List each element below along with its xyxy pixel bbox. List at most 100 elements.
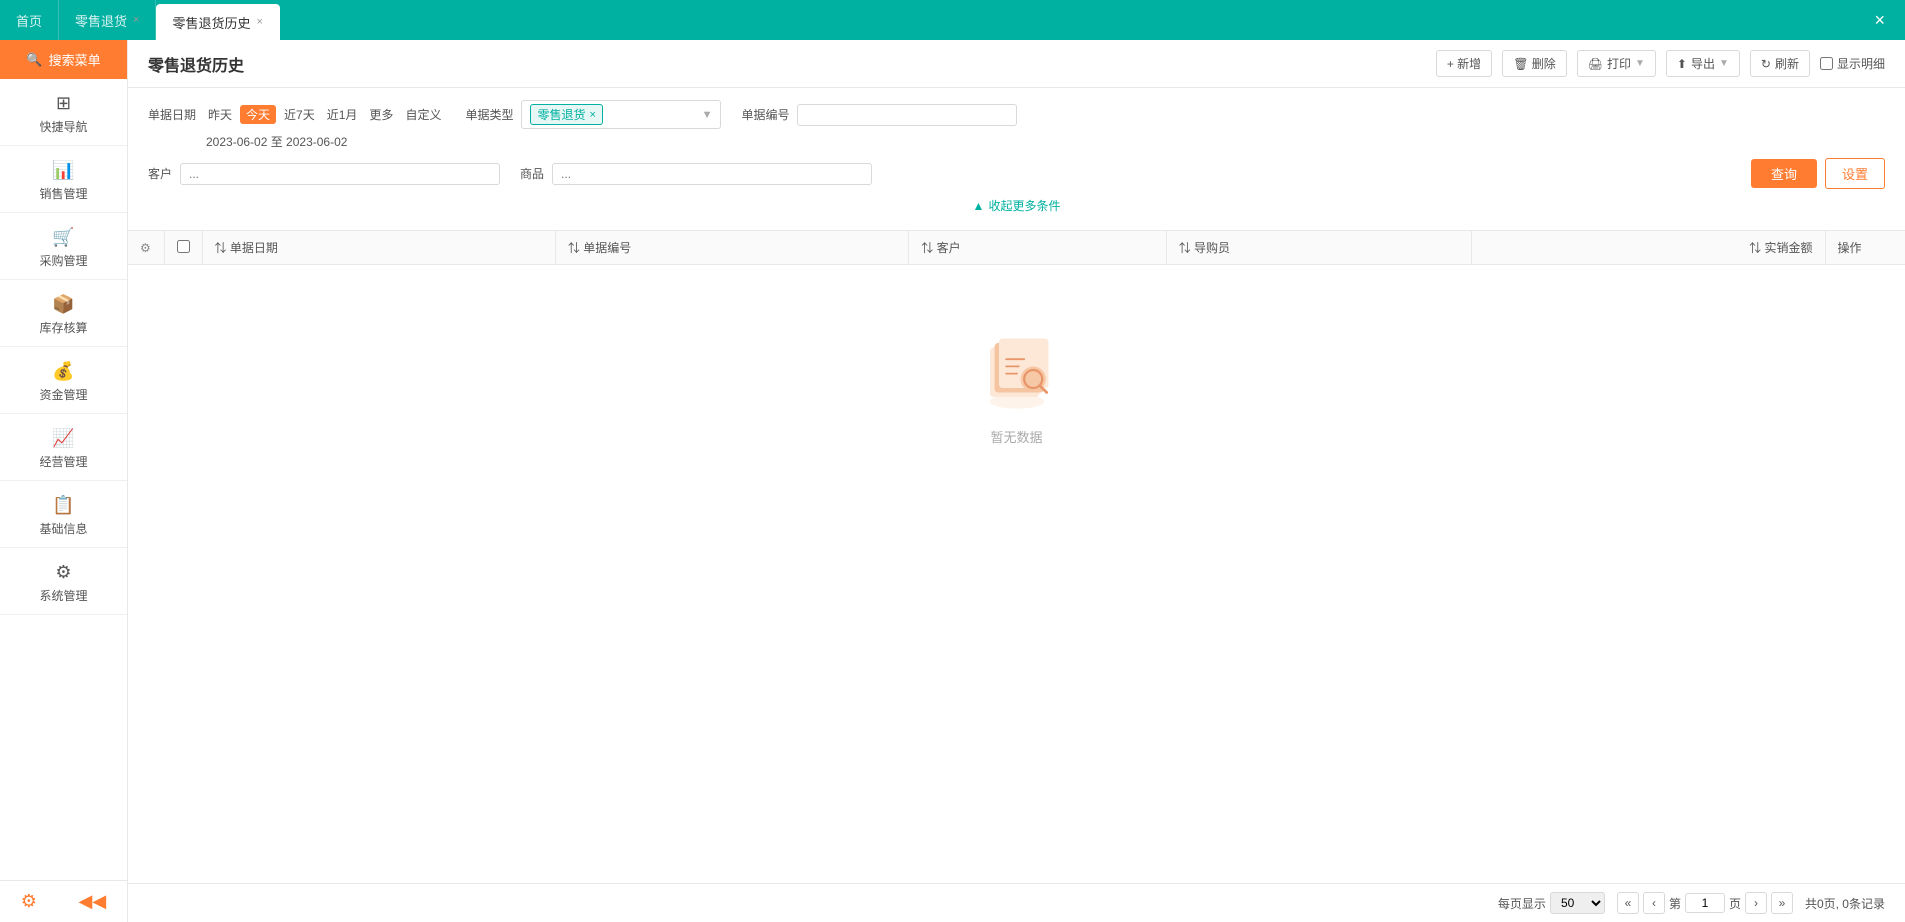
table-footer: 每页显示 50 20 100 « ‹ 第 页 › » 共0页, 0条记录 (128, 883, 1905, 922)
column-settings-icon[interactable]: ⚙ (140, 241, 151, 255)
header-actions: + 新增 🗑 删除 🖨 🖨 打印 打印 ▼ ⬆ 导出 ▼ ↻ 刷新 显示明细 (1436, 50, 1885, 77)
sidebar-item-label: 库存核算 (39, 319, 87, 336)
pagination: « ‹ 第 页 › » (1617, 892, 1793, 914)
show-detail-checkbox[interactable] (1820, 57, 1833, 70)
select-all-checkbox[interactable] (177, 240, 190, 253)
th-guide[interactable]: ⇅ 导购员 (1166, 231, 1471, 265)
search-icon: 🔍 (26, 52, 42, 68)
tab-零售退货历史[interactable]: 零售退货历史× (156, 4, 279, 40)
page-title: 零售退货历史 (148, 52, 244, 76)
th-number[interactable]: ⇅ 单据编号 (555, 231, 908, 265)
collapse-icon: ▲ (973, 199, 985, 213)
sidebar: 🔍 搜索菜单 ⊞快捷导航📊销售管理🛒采购管理 📦 库存核算 💰 资金管理 📈 经营管理 📋基础… (0, 40, 128, 922)
sidebar-item-系统管理[interactable]: ⚙系统管理 (0, 548, 127, 615)
empty-icon (972, 325, 1062, 415)
filter-area: 单据日期 昨天 今天 近7天 近1月 更多 自定义 单据类型 (128, 88, 1905, 231)
tab-close-icon[interactable]: × (256, 16, 262, 28)
export-button[interactable]: ⬆ 导出 ▼ (1666, 50, 1740, 77)
date-label: 单据日期 (148, 106, 196, 123)
type-tag-remove[interactable]: × (589, 109, 595, 121)
next-page-button[interactable]: › (1745, 892, 1767, 914)
filter-row-2: 客户 商品 查询 设置 (148, 158, 1885, 189)
tab-首页[interactable]: 首页 (0, 0, 59, 40)
customer-input[interactable] (180, 163, 500, 185)
data-table: ⚙ ⇅ 单据日期 ⇅ 单据编号 ⇅ 客户 (128, 231, 1905, 265)
sidebar-icon: 💰 (52, 361, 74, 382)
page-size-select[interactable]: 50 20 100 (1550, 892, 1605, 914)
filter-row-1: 单据日期 昨天 今天 近7天 近1月 更多 自定义 单据类型 (148, 100, 1885, 129)
volume-icon[interactable]: ◀◀ (79, 891, 107, 912)
delete-button[interactable]: 🗑 删除 (1502, 50, 1567, 77)
main-layout: 🔍 搜索菜单 ⊞快捷导航📊销售管理🛒采购管理 📦 库存核算 💰 资金管理 📈 经营管理 📋基础… (0, 40, 1905, 922)
print-button[interactable]: 🖨 🖨 打印 打印 ▼ (1577, 50, 1656, 77)
sidebar-icon: 📦 (52, 294, 74, 315)
sidebar-search-label: 搜索菜单 (49, 50, 101, 69)
customer-filter: 客户 (148, 163, 500, 185)
table-container: ⚙ ⇅ 单据日期 ⇅ 单据编号 ⇅ 客户 (128, 231, 1905, 883)
content-area: 零售退货历史 + 新增 🗑 删除 🖨 🖨 打印 打印 ▼ ⬆ 导出 ▼ ↻ 刷新 (128, 40, 1905, 922)
date-filter: 单据日期 昨天 今天 近7天 近1月 更多 自定义 (148, 105, 445, 124)
date-btn-today[interactable]: 今天 (240, 105, 276, 124)
sidebar-item-label: 经营管理 (39, 453, 87, 470)
new-button[interactable]: + 新增 (1436, 50, 1492, 77)
first-page-button[interactable]: « (1617, 892, 1639, 914)
show-detail-checkbox-label[interactable]: 显示明细 (1820, 55, 1885, 72)
type-label: 单据类型 (465, 106, 513, 123)
number-label: 单据编号 (741, 106, 789, 123)
table-header-row: ⚙ ⇅ 单据日期 ⇅ 单据编号 ⇅ 客户 (128, 231, 1905, 265)
sidebar-item-经营管理[interactable]: 📈 经营管理 (0, 414, 127, 481)
sidebar-item-销售管理[interactable]: 📊销售管理 (0, 146, 127, 213)
goods-label: 商品 (520, 165, 544, 182)
refresh-button[interactable]: ↻ 刷新 (1750, 50, 1810, 77)
window-close-button[interactable]: × (1866, 6, 1893, 35)
last-page-button[interactable]: » (1771, 892, 1793, 914)
goods-filter: 商品 (520, 163, 872, 185)
top-bar: 首页零售退货×零售退货历史× × (0, 0, 1905, 40)
tab-close-icon[interactable]: × (133, 14, 139, 26)
sidebar-icon: 📋 (52, 495, 74, 516)
type-select-arrow: ▼ (702, 109, 713, 121)
sidebar-search[interactable]: 🔍 搜索菜单 (0, 40, 127, 79)
sidebar-item-采购管理[interactable]: 🛒采购管理 (0, 213, 127, 280)
settings-button[interactable]: 设置 (1825, 158, 1885, 189)
top-bar-right: × (1866, 6, 1905, 35)
date-btn-7days[interactable]: 近7天 (280, 105, 319, 124)
tab-list: 首页零售退货×零售退货历史× (0, 0, 1866, 40)
sidebar-icon: 📈 (52, 428, 74, 449)
empty-text: 暂无数据 (990, 427, 1042, 446)
prev-page-button[interactable]: ‹ (1643, 892, 1665, 914)
total-info: 共0页, 0条记录 (1805, 895, 1885, 912)
type-filter: 单据类型 零售退货 × ▼ (465, 100, 721, 129)
th-customer[interactable]: ⇅ 客户 (909, 231, 1166, 265)
th-checkbox (164, 231, 202, 265)
date-range-display: 2023-06-02 至 2023-06-02 (206, 135, 347, 149)
settings-bottom-icon[interactable]: ⚙ (21, 891, 37, 912)
date-btn-more[interactable]: 更多 (365, 105, 397, 124)
page-number-input[interactable] (1685, 893, 1725, 913)
filter-actions: 查询 设置 (1751, 158, 1885, 189)
query-button[interactable]: 查询 (1751, 159, 1817, 188)
sidebar-item-label: 采购管理 (39, 252, 87, 269)
tab-零售退货[interactable]: 零售退货× (59, 0, 156, 40)
sidebar-item-label: 系统管理 (39, 587, 87, 604)
sidebar-item-资金管理[interactable]: 💰 资金管理 (0, 347, 127, 414)
date-btn-custom[interactable]: 自定义 (401, 105, 445, 124)
sidebar-item-库存核算[interactable]: 📦 库存核算 (0, 280, 127, 347)
sidebar-bottom: ⚙ ◀◀ (0, 880, 127, 922)
sidebar-item-快捷导航[interactable]: ⊞快捷导航 (0, 79, 127, 146)
sidebar-item-基础信息[interactable]: 📋基础信息 (0, 481, 127, 548)
type-select[interactable]: 零售退货 × ▼ (521, 100, 721, 129)
collapse-button[interactable]: ▲ 收起更多条件 (973, 197, 1061, 214)
goods-input[interactable] (552, 163, 872, 185)
th-amount[interactable]: ⇅ 实销金额 (1472, 231, 1825, 265)
number-input[interactable] (797, 104, 1017, 126)
date-btn-1month[interactable]: 近1月 (323, 105, 362, 124)
th-date[interactable]: ⇅ 单据日期 (202, 231, 555, 265)
sidebar-item-label: 销售管理 (39, 185, 87, 202)
print-icon: 🖨 (1588, 57, 1603, 71)
date-btn-yesterday[interactable]: 昨天 (204, 105, 236, 124)
page-label: 第 (1669, 895, 1681, 912)
th-action: 操作 (1825, 231, 1905, 265)
sidebar-item-label: 资金管理 (39, 386, 87, 403)
sidebar-item-label: 快捷导航 (39, 118, 87, 135)
